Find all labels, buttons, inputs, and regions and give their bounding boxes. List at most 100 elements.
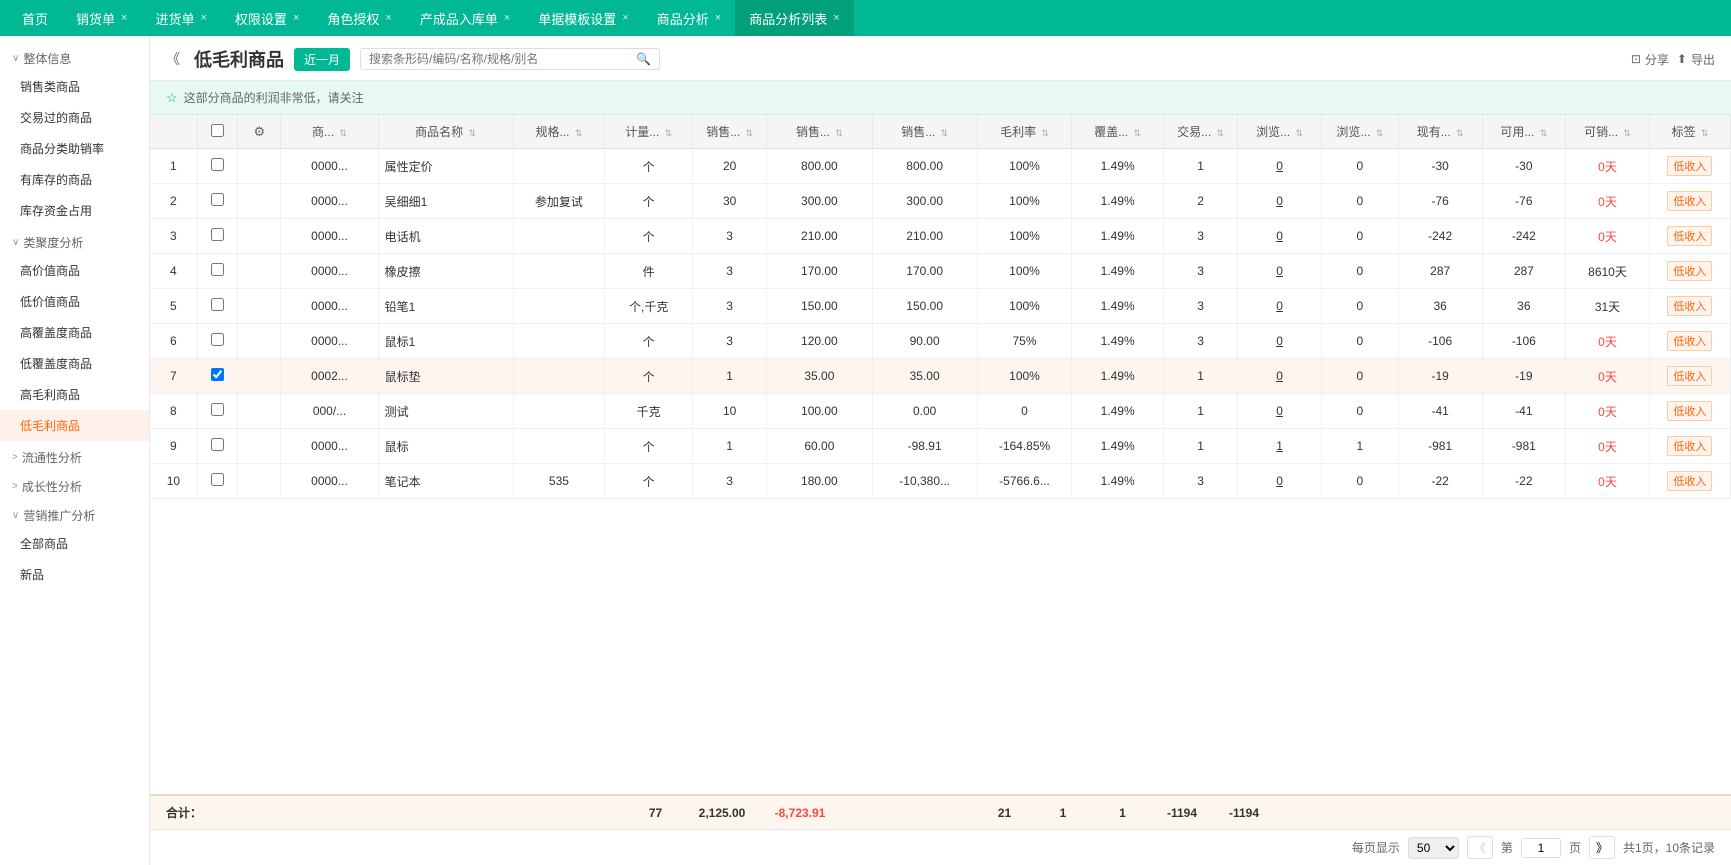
sidebar-item-sales-goods[interactable]: 销售类商品 bbox=[0, 71, 149, 102]
close-icon[interactable]: × bbox=[121, 12, 127, 24]
row-checkbox[interactable] bbox=[211, 438, 224, 451]
cell-gross-rate: 100% bbox=[977, 184, 1071, 219]
export-button[interactable]: ⬆ 导出 bbox=[1677, 51, 1715, 68]
nav-item-purchase[interactable]: 进货单 × bbox=[141, 0, 220, 36]
sidebar-item-new-goods[interactable]: 新品 bbox=[0, 559, 149, 590]
cell-name[interactable]: 吴细细1 bbox=[378, 184, 513, 219]
tag-badge: 低收入 bbox=[1667, 401, 1712, 421]
sidebar-item-traded-goods[interactable]: 交易过的商品 bbox=[0, 102, 149, 133]
close-icon[interactable]: × bbox=[293, 12, 299, 24]
nav-item-product-in[interactable]: 产成品入库单 × bbox=[406, 0, 524, 36]
cell-name[interactable]: 属性定价 bbox=[378, 149, 513, 184]
close-icon[interactable]: × bbox=[385, 12, 391, 24]
footer-cells: 77 2,125.00 -8,723.91 21 1 1 -1194 -1194 bbox=[226, 806, 1715, 820]
sidebar-item-high-value[interactable]: 高价值商品 bbox=[0, 255, 149, 286]
sidebar-item-high-margin[interactable]: 高毛利商品 bbox=[0, 379, 149, 410]
sidebar-item-all-goods[interactable]: 全部商品 bbox=[0, 528, 149, 559]
cell-name[interactable]: 鼠标1 bbox=[378, 324, 513, 359]
sidebar-item-low-value[interactable]: 低价值商品 bbox=[0, 286, 149, 317]
close-icon[interactable]: × bbox=[622, 12, 628, 24]
sidebar-group-cluster[interactable]: ∨ 类聚度分析 bbox=[0, 226, 149, 255]
cell-name[interactable]: 鼠标 bbox=[378, 429, 513, 464]
cell-name[interactable]: 鼠标垫 bbox=[378, 359, 513, 394]
cell-check[interactable] bbox=[197, 254, 237, 289]
sidebar-item-low-margin[interactable]: 低毛利商品 bbox=[0, 410, 149, 441]
nav-item-template[interactable]: 单据模板设置 × bbox=[524, 0, 642, 36]
sidebar-item-low-coverage[interactable]: 低覆盖度商品 bbox=[0, 348, 149, 379]
sidebar-group-growth[interactable]: > 成长性分析 bbox=[0, 470, 149, 499]
share-button[interactable]: ⊡ 分享 bbox=[1631, 51, 1669, 68]
sidebar-collapse-button[interactable]: 《 bbox=[166, 49, 180, 69]
alert-icon: ☆ bbox=[166, 90, 178, 106]
cell-browse1[interactable]: 0 bbox=[1238, 289, 1322, 324]
cell-gross-rate: 75% bbox=[977, 324, 1071, 359]
row-checkbox[interactable] bbox=[211, 228, 224, 241]
search-icon[interactable]: 🔍 bbox=[636, 52, 651, 66]
cell-browse1[interactable]: 0 bbox=[1238, 394, 1322, 429]
row-checkbox[interactable] bbox=[211, 298, 224, 311]
cell-check[interactable] bbox=[197, 219, 237, 254]
cell-check[interactable] bbox=[197, 394, 237, 429]
nav-item-analysis-list[interactable]: 商品分析列表 × bbox=[735, 0, 853, 36]
close-icon[interactable]: × bbox=[833, 12, 839, 24]
close-icon[interactable]: × bbox=[715, 12, 721, 24]
per-page-select[interactable]: 50 100 200 bbox=[1408, 837, 1459, 859]
sidebar-item-stock-capital[interactable]: 库存资金占用 bbox=[0, 195, 149, 226]
row-checkbox[interactable] bbox=[211, 403, 224, 416]
cell-check[interactable] bbox=[197, 324, 237, 359]
sidebar-group-overall[interactable]: ∨ 整体信息 bbox=[0, 42, 149, 71]
cell-browse1[interactable]: 0 bbox=[1238, 359, 1322, 394]
col-header-settings[interactable]: ⚙ bbox=[238, 115, 281, 149]
collapse-icon: > bbox=[12, 452, 18, 463]
cell-name[interactable]: 电话机 bbox=[378, 219, 513, 254]
cell-browse1[interactable]: 0 bbox=[1238, 149, 1322, 184]
cell-browse1[interactable]: 0 bbox=[1238, 464, 1322, 499]
cell-check[interactable] bbox=[197, 429, 237, 464]
sidebar-item-high-coverage[interactable]: 高覆盖度商品 bbox=[0, 317, 149, 348]
nav-item-permissions[interactable]: 权限设置 × bbox=[221, 0, 313, 36]
row-checkbox[interactable] bbox=[211, 193, 224, 206]
cell-browse1[interactable]: 0 bbox=[1238, 184, 1322, 219]
cell-name[interactable]: 橡皮擦 bbox=[378, 254, 513, 289]
nav-item-sales[interactable]: 销货单 × bbox=[62, 0, 141, 36]
cell-browse1[interactable]: 1 bbox=[1238, 429, 1322, 464]
cell-check[interactable] bbox=[197, 359, 237, 394]
close-icon[interactable]: × bbox=[200, 12, 206, 24]
search-input[interactable] bbox=[369, 52, 636, 66]
col-header-browse2: 浏览... ⇅ bbox=[1321, 115, 1398, 149]
cell-browse2: 0 bbox=[1321, 184, 1398, 219]
row-checkbox[interactable] bbox=[211, 368, 224, 381]
cell-browse1[interactable]: 0 bbox=[1238, 324, 1322, 359]
row-checkbox[interactable] bbox=[211, 473, 224, 486]
filter-recent-month-button[interactable]: 近一月 bbox=[294, 48, 350, 71]
cell-name[interactable]: 测试 bbox=[378, 394, 513, 429]
cell-browse1[interactable]: 0 bbox=[1238, 254, 1322, 289]
nav-item-analysis[interactable]: 商品分析 × bbox=[643, 0, 735, 36]
cell-check[interactable] bbox=[197, 184, 237, 219]
total-info: 共1页，10条记录 bbox=[1623, 839, 1715, 856]
sidebar-group-marketing[interactable]: ∨ 营销推广分析 bbox=[0, 499, 149, 528]
cell-check[interactable] bbox=[197, 289, 237, 324]
col-header-check[interactable] bbox=[197, 115, 237, 149]
sidebar-item-in-stock[interactable]: 有库存的商品 bbox=[0, 164, 149, 195]
nav-item-roles[interactable]: 角色授权 × bbox=[313, 0, 405, 36]
row-checkbox[interactable] bbox=[211, 263, 224, 276]
col-header-sale-amount: 销售... ⇅ bbox=[872, 115, 977, 149]
cell-browse1[interactable]: 0 bbox=[1238, 219, 1322, 254]
row-checkbox[interactable] bbox=[211, 333, 224, 346]
nav-item-home[interactable]: 首页 bbox=[8, 0, 62, 36]
cell-check[interactable] bbox=[197, 149, 237, 184]
cell-check[interactable] bbox=[197, 464, 237, 499]
sidebar-item-category-rate[interactable]: 商品分类助销率 bbox=[0, 133, 149, 164]
cell-sellable: 0天 bbox=[1566, 219, 1650, 254]
prev-page-button[interactable]: 《 bbox=[1467, 836, 1493, 859]
cell-name[interactable]: 笔记本 bbox=[378, 464, 513, 499]
next-page-button[interactable]: 》 bbox=[1589, 836, 1615, 859]
settings-icon[interactable]: ⚙ bbox=[253, 124, 265, 139]
select-all-checkbox[interactable] bbox=[211, 124, 224, 137]
sidebar-group-liquidity[interactable]: > 流通性分析 bbox=[0, 441, 149, 470]
cell-name[interactable]: 铅笔1 bbox=[378, 289, 513, 324]
page-number-input[interactable] bbox=[1521, 838, 1561, 858]
row-checkbox[interactable] bbox=[211, 158, 224, 171]
close-icon[interactable]: × bbox=[504, 12, 510, 24]
